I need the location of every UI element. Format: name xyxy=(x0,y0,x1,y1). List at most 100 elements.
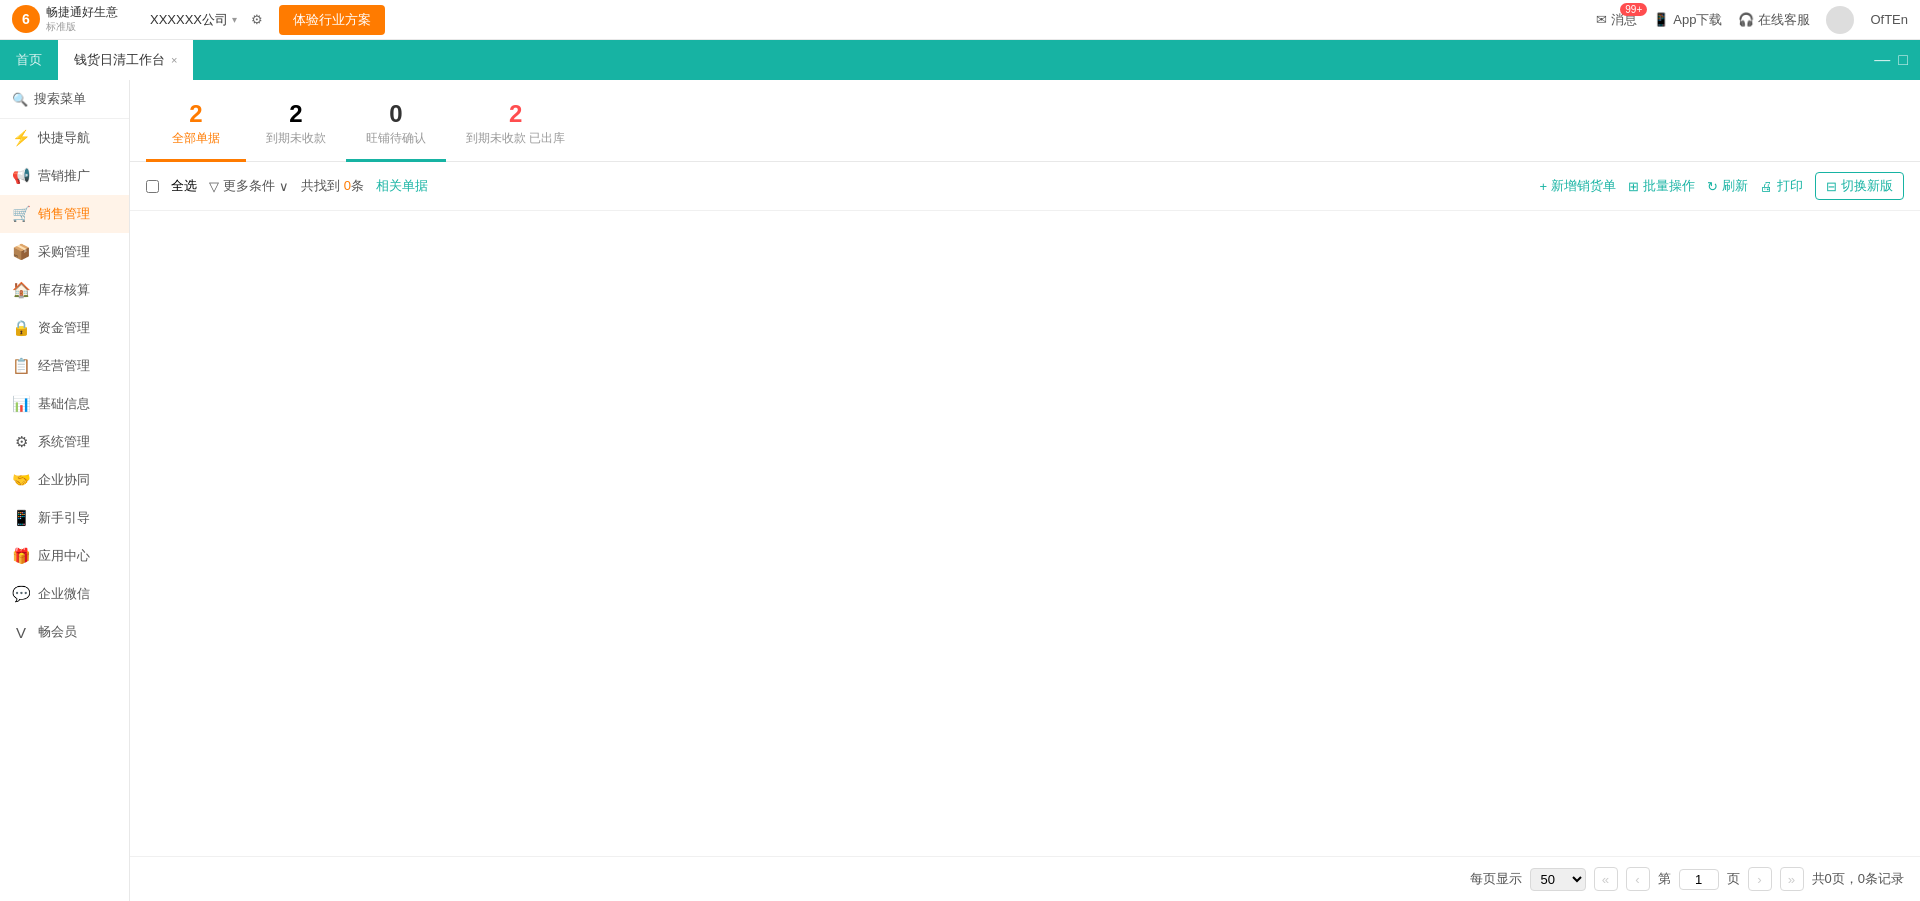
main-content: 2 全部单据 2 到期未收款 0 旺铺待确认 2 到期未收款 已出库 全选 xyxy=(130,80,1920,901)
phone-icon: 📱 xyxy=(1653,12,1669,27)
sidebar-item-label: 应用中心 xyxy=(38,547,90,565)
tab-close-icon[interactable]: × xyxy=(171,54,177,66)
sidebar-item-operations[interactable]: 📋 经营管理 xyxy=(0,347,129,385)
gear-icon: ⚙ xyxy=(12,433,30,451)
stats-label-overdue: 到期未收款 xyxy=(266,130,326,147)
sidebar-item-app-center[interactable]: 🎁 应用中心 xyxy=(0,537,129,575)
company-name: XXXXXX公司 xyxy=(150,11,228,29)
print-button[interactable]: 🖨 打印 xyxy=(1760,177,1803,195)
last-page-button[interactable]: » xyxy=(1780,867,1804,891)
select-all-checkbox[interactable] xyxy=(146,180,159,193)
sidebar-item-finance[interactable]: 🔒 资金管理 xyxy=(0,309,129,347)
batch-icon: ⊞ xyxy=(1628,179,1639,194)
refresh-button[interactable]: ↻ 刷新 xyxy=(1707,177,1748,195)
sidebar-item-label: 经营管理 xyxy=(38,357,90,375)
add-sales-order-button[interactable]: + 新增销货单 xyxy=(1539,177,1616,195)
sidebar-item-label: 库存核算 xyxy=(38,281,90,299)
filter-label: 更多条件 xyxy=(223,177,275,195)
handshake-icon: 🤝 xyxy=(12,471,30,489)
stats-label-all: 全部单据 xyxy=(172,130,220,147)
logo-icon: 6 xyxy=(12,5,40,33)
sidebar-item-label: 营销推广 xyxy=(38,167,90,185)
pagination: 每页显示 50 100 « ‹ 第 页 › » 共0页，0条记录 xyxy=(130,856,1920,901)
sidebar-item-enterprise-wechat[interactable]: 💬 企业微信 xyxy=(0,575,129,613)
nav-right-buttons: — □ xyxy=(1874,51,1920,69)
stats-count-all: 2 xyxy=(189,100,202,128)
sidebar-item-label: 系统管理 xyxy=(38,433,90,451)
logo-sub: 标准版 xyxy=(46,20,118,34)
table-area xyxy=(130,211,1920,856)
sidebar-item-coop[interactable]: 🤝 企业协同 xyxy=(0,461,129,499)
page-number-input[interactable] xyxy=(1679,869,1719,890)
headset-icon: 🎧 xyxy=(1738,12,1754,27)
stats-count-wangpu: 0 xyxy=(389,100,402,128)
sidebar-search[interactable]: 🔍 搜索菜单 xyxy=(0,80,129,119)
toolbar-right: + 新增销货单 ⊞ 批量操作 ↻ 刷新 🖨 打印 ⊟ 切换新版 xyxy=(1539,172,1904,200)
trial-button[interactable]: 体验行业方案 xyxy=(279,5,385,35)
related-records-button[interactable]: 相关单据 xyxy=(376,177,428,195)
mobile-icon: 📱 xyxy=(12,509,30,527)
lock-icon: 🔒 xyxy=(12,319,30,337)
stats-count-overdue: 2 xyxy=(289,100,302,128)
sidebar-item-label: 企业协同 xyxy=(38,471,90,489)
stats-label-overdue-shipped: 到期未收款 已出库 xyxy=(466,130,565,147)
first-page-button[interactable]: « xyxy=(1594,867,1618,891)
toolbar-left: 全选 ▽ 更多条件 ∨ 共找到 0条 相关单据 xyxy=(146,177,1527,195)
filter-count-text: 共找到 0条 xyxy=(301,177,364,195)
avatar[interactable] xyxy=(1826,6,1854,34)
page-size-label: 每页显示 xyxy=(1470,870,1522,888)
batch-operation-button[interactable]: ⊞ 批量操作 xyxy=(1628,177,1695,195)
company-selector[interactable]: XXXXXX公司 ▾ xyxy=(150,11,237,29)
lightning-icon: ⚡ xyxy=(12,129,30,147)
tab-cashflow[interactable]: 钱货日清工作台 × xyxy=(58,40,193,80)
window-minimize-icon[interactable]: — xyxy=(1874,51,1890,69)
message-button[interactable]: ✉ 消息 99+ xyxy=(1596,11,1637,29)
sidebar-item-label: 快捷导航 xyxy=(38,129,90,147)
gear-icon: ⚙ xyxy=(251,12,263,27)
sidebar-item-label: 基础信息 xyxy=(38,395,90,413)
stats-tabs: 2 全部单据 2 到期未收款 0 旺铺待确认 2 到期未收款 已出库 xyxy=(130,80,1920,162)
sidebar-item-basic-info[interactable]: 📊 基础信息 xyxy=(0,385,129,423)
sidebar-item-label: 企业微信 xyxy=(38,585,90,603)
box-icon: 📦 xyxy=(12,243,30,261)
page-size-select[interactable]: 50 100 xyxy=(1530,868,1586,891)
tab-home[interactable]: 首页 xyxy=(0,40,58,80)
sidebar-item-sales[interactable]: 🛒 销售管理 xyxy=(0,195,129,233)
filter-count: 0 xyxy=(344,178,351,193)
sidebar-item-guide[interactable]: 📱 新手引导 xyxy=(0,499,129,537)
logo-area: 6 畅捷通好生意 标准版 xyxy=(12,5,142,33)
select-all-label: 全选 xyxy=(171,177,197,195)
sidebar-item-member[interactable]: V 畅会员 xyxy=(0,613,129,651)
total-records: 共0页，0条记录 xyxy=(1812,870,1904,888)
filter-button[interactable]: ▽ 更多条件 ∨ xyxy=(209,177,289,195)
plus-icon: + xyxy=(1539,179,1547,194)
nav-tabs: 首页 钱货日清工作台 × — □ xyxy=(0,40,1920,80)
switch-version-button[interactable]: ⊟ 切换新版 xyxy=(1815,172,1904,200)
stats-tab-all[interactable]: 2 全部单据 xyxy=(146,92,246,162)
message-badge: 99+ xyxy=(1620,3,1647,16)
vip-icon: V xyxy=(12,623,30,641)
sidebar-item-inventory[interactable]: 🏠 库存核算 xyxy=(0,271,129,309)
sidebar-item-label: 采购管理 xyxy=(38,243,90,261)
app-download-button[interactable]: 📱 App下载 xyxy=(1653,11,1722,29)
stats-tab-wangpu[interactable]: 0 旺铺待确认 xyxy=(346,92,446,162)
settings-button[interactable]: ⚙ xyxy=(245,8,269,32)
online-service-button[interactable]: 🎧 在线客服 xyxy=(1738,11,1810,29)
sidebar-item-quick-nav[interactable]: ⚡ 快捷导航 xyxy=(0,119,129,157)
sidebar-item-marketing[interactable]: 📢 营销推广 xyxy=(0,157,129,195)
message-icon: ✉ xyxy=(1596,12,1607,27)
sidebar-item-system[interactable]: ⚙ 系统管理 xyxy=(0,423,129,461)
app-download-label: App下载 xyxy=(1673,11,1722,29)
sidebar-item-label: 畅会员 xyxy=(38,623,77,641)
user-name[interactable]: OfTEn xyxy=(1870,12,1908,27)
stats-tab-overdue[interactable]: 2 到期未收款 xyxy=(246,92,346,162)
toolbar: 全选 ▽ 更多条件 ∨ 共找到 0条 相关单据 + 新增销货单 ⊞ 批 xyxy=(130,162,1920,211)
next-page-button[interactable]: › xyxy=(1748,867,1772,891)
stats-count-overdue-shipped: 2 xyxy=(509,100,522,128)
sidebar-item-purchase[interactable]: 📦 采购管理 xyxy=(0,233,129,271)
stats-label-wangpu: 旺铺待确认 xyxy=(366,130,426,147)
chat-icon: 💬 xyxy=(12,585,30,603)
window-maximize-icon[interactable]: □ xyxy=(1898,51,1908,69)
stats-tab-overdue-shipped[interactable]: 2 到期未收款 已出库 xyxy=(446,92,585,162)
prev-page-button[interactable]: ‹ xyxy=(1626,867,1650,891)
